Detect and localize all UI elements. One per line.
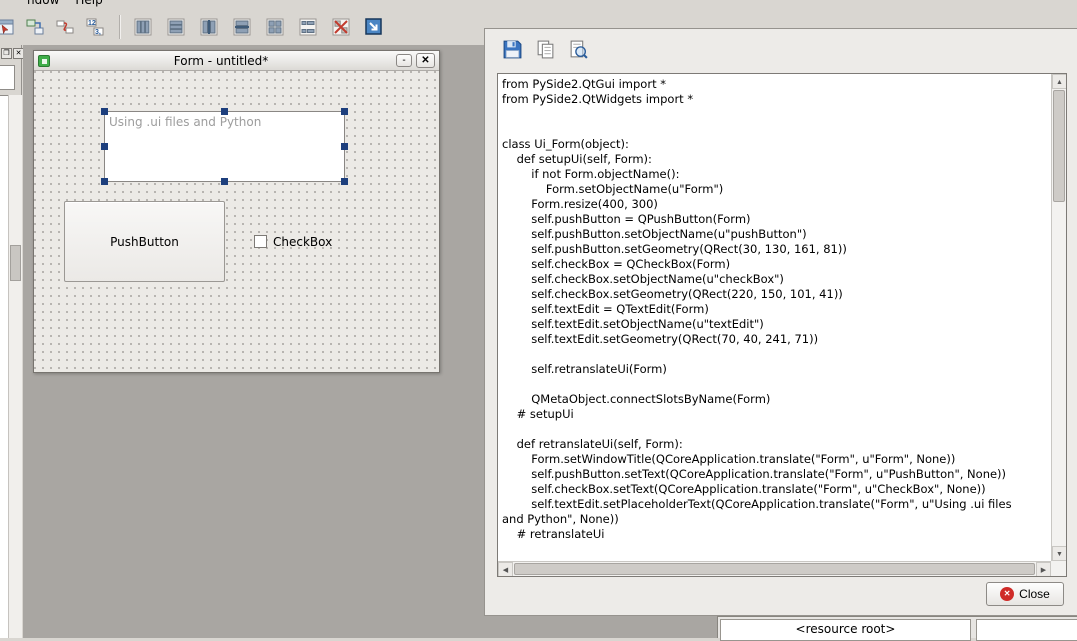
layout-horizontally-icon [132, 16, 154, 38]
selection-handle-bottom-right[interactable] [341, 178, 348, 185]
textedit-widget[interactable]: Using .ui files and Python [104, 111, 345, 182]
break-layout-icon [330, 16, 352, 38]
vertical-scrollbar[interactable]: ▲ ▼ [1051, 74, 1066, 561]
dock-float-button[interactable]: ❐ [1, 48, 12, 59]
form-window-title: Form - untitled* [50, 54, 392, 68]
textedit-placeholder: Using .ui files and Python [109, 115, 261, 129]
layout-vertically-icon [165, 16, 187, 38]
dock-scrollbar[interactable] [8, 95, 22, 638]
python-code: from PySide2.QtGui import * from PySide2… [498, 74, 1051, 545]
menu-item-help[interactable]: Help [75, 0, 102, 9]
code-text[interactable]: from PySide2.QtGui import * from PySide2… [498, 74, 1051, 561]
form-designer-window: Form - untitled* - ✕ Using .ui files and… [33, 50, 440, 373]
form-window-icon [38, 55, 50, 67]
pushbutton-label: PushButton [110, 235, 179, 249]
selection-handle-top-middle[interactable] [221, 108, 228, 115]
layout-horizontally-button[interactable] [129, 13, 157, 41]
selection-handle-middle-left[interactable] [101, 143, 108, 150]
selection-handle-top-left[interactable] [101, 108, 108, 115]
checkbox-label: CheckBox [273, 235, 332, 249]
find-icon [568, 39, 589, 60]
layout-vertically-button[interactable] [162, 13, 190, 41]
menubar-fragment: ndow Help [0, 0, 160, 9]
svg-text:12: 12 [88, 20, 96, 27]
close-dialog-icon: ✕ [1000, 587, 1014, 601]
app-root: { "menubar": { "window_fragment": "ndow"… [0, 0, 1077, 638]
layout-form-button[interactable] [294, 13, 322, 41]
checkbox-widget[interactable]: CheckBox [254, 221, 355, 262]
widget-box-dock-fragment: ❐ ✕ [0, 45, 22, 638]
form-canvas[interactable]: Using .ui files and Python PushButton Ch… [34, 71, 439, 372]
edit-mode-group: 12 3, [0, 13, 109, 41]
horizontal-scrollbar[interactable]: ◀ ▶ [498, 561, 1051, 576]
pushbutton-widget[interactable]: PushButton [64, 201, 225, 282]
scroll-up-arrow[interactable]: ▲ [1052, 74, 1067, 89]
edit-widgets-button[interactable] [0, 13, 19, 41]
dock-filter-field-fragment[interactable] [0, 65, 15, 90]
checkbox-box [254, 235, 267, 248]
layout-form-icon [297, 16, 319, 38]
save-icon [502, 39, 523, 60]
save-button[interactable] [499, 36, 525, 62]
code-preview-dialog: from PySide2.QtGui import * from PySide2… [484, 28, 1077, 616]
horizontal-scrollbar-thumb[interactable] [514, 563, 1035, 575]
selection-handle-bottom-left[interactable] [101, 178, 108, 185]
layout-group [129, 13, 388, 41]
close-window-button[interactable]: ✕ [416, 53, 435, 68]
scroll-down-arrow[interactable]: ▼ [1052, 546, 1067, 561]
menu-item-window[interactable]: ndow [27, 0, 59, 9]
edit-signals-slots-icon [24, 16, 46, 38]
layout-vertical-splitter-icon [231, 16, 253, 38]
layout-horizontal-splitter-icon [198, 16, 220, 38]
layout-horizontal-splitter-button[interactable] [195, 13, 223, 41]
form-window-titlebar[interactable]: Form - untitled* - ✕ [34, 51, 439, 71]
edit-tab-order-button[interactable]: 12 3, [81, 13, 109, 41]
selection-handle-top-right[interactable] [341, 108, 348, 115]
copy-button[interactable] [532, 36, 558, 62]
svg-text:3,: 3, [95, 29, 101, 36]
code-view: from PySide2.QtGui import * from PySide2… [497, 73, 1067, 577]
adjust-size-icon [363, 16, 385, 38]
dock-list-fragment [0, 95, 8, 638]
edit-buddies-icon [54, 16, 76, 38]
resource-browser-fragment: <resource root> [717, 616, 1077, 638]
selection-handle-middle-right[interactable] [341, 143, 348, 150]
close-button-label: Close [1019, 587, 1050, 601]
close-dialog-button[interactable]: ✕ Close [986, 582, 1064, 606]
toolbar-separator [119, 15, 121, 39]
edit-tab-order-icon: 12 3, [84, 16, 106, 38]
dock-scrollbar-thumb[interactable] [10, 245, 21, 281]
layout-grid-button[interactable] [261, 13, 289, 41]
scrollbar-corner [1051, 561, 1066, 576]
code-dialog-toolbar [499, 36, 591, 66]
break-layout-button[interactable] [327, 13, 355, 41]
edit-buddies-button[interactable] [51, 13, 79, 41]
main-toolbar: 12 3, [0, 9, 480, 45]
adjust-size-button[interactable] [360, 13, 388, 41]
find-button[interactable] [565, 36, 591, 62]
minimize-button[interactable]: - [396, 54, 412, 67]
scroll-left-arrow[interactable]: ◀ [498, 562, 513, 577]
copy-icon [535, 39, 556, 60]
layout-grid-icon [264, 16, 286, 38]
layout-vertical-splitter-button[interactable] [228, 13, 256, 41]
edit-signals-slots-button[interactable] [21, 13, 49, 41]
selection-handle-bottom-middle[interactable] [221, 178, 228, 185]
scroll-right-arrow[interactable]: ▶ [1036, 562, 1051, 577]
edit-widgets-icon [0, 16, 16, 38]
vertical-scrollbar-thumb[interactable] [1053, 90, 1065, 202]
